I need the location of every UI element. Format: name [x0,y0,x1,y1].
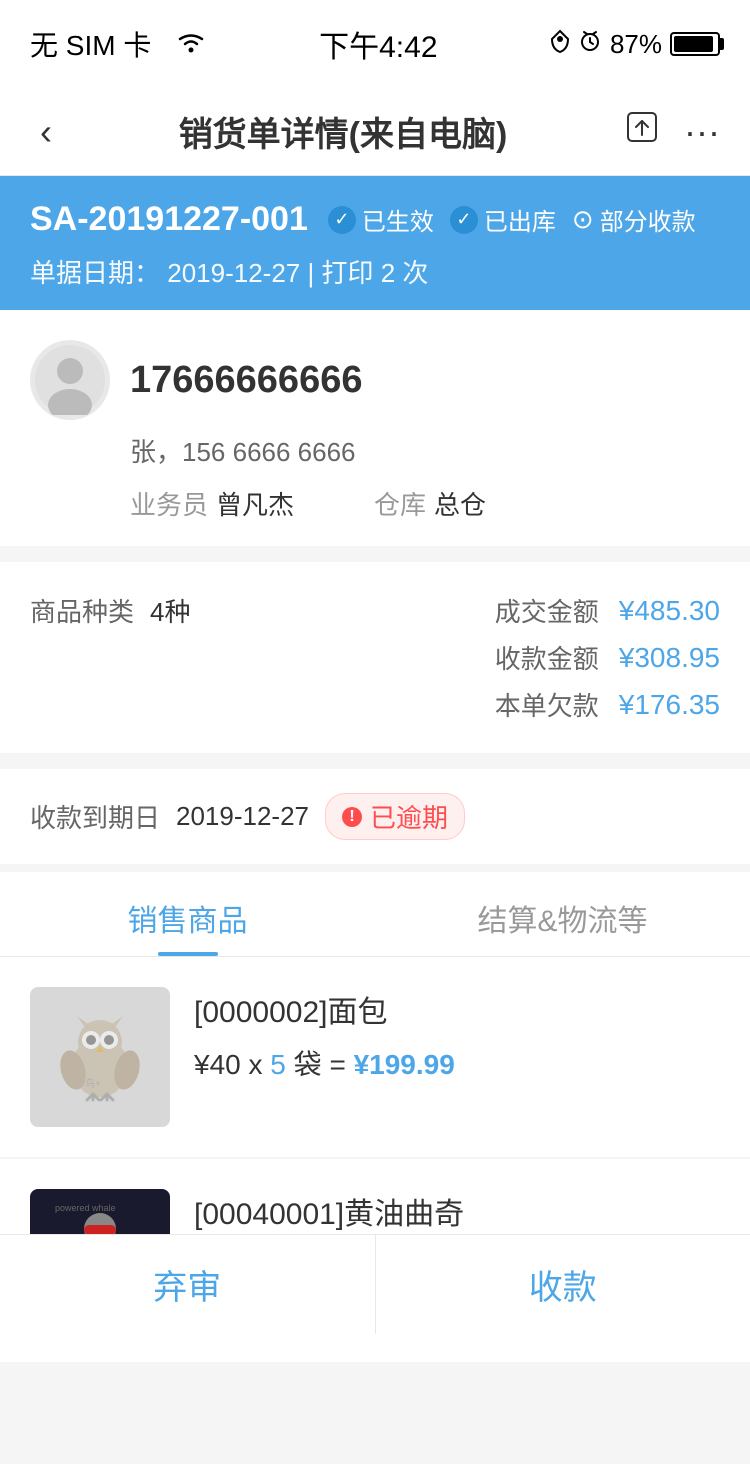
salesperson-meta: 业务员 曾凡杰 [130,485,294,522]
confirm-button[interactable]: 收款 [376,1235,750,1334]
product-info-1: [0000002]面包 ¥40 x 5 袋 = ¥199.99 [194,987,720,1083]
status-shipped: ✓ 已出库 [450,202,556,237]
page-title: 销货单详情(来自电脑) [179,107,508,156]
status-partial-payment: ⊙ 部分收款 [572,202,696,237]
product-thumbnail-1: 鸟+ [30,987,170,1127]
carrier-text: 无 SIM 卡 [30,30,151,61]
more-icon[interactable]: ··· [684,111,720,153]
summary-section: 商品种类 4种 成交金额 ¥485.30 收款金额 ¥308.95 本单欠款 ¥… [0,562,750,753]
status-icons: 87% [550,29,720,60]
product-name-2: [00040001]黄油曲奇 [194,1189,720,1233]
warehouse-meta: 仓库 总仓 [374,485,486,522]
check-icon-2: ✓ [450,206,478,234]
due-section: 收款到期日 2019-12-27 ! 已逾期 [0,769,750,864]
battery-icon [670,32,720,56]
list-item: 鸟+ [0000002]面包 ¥40 x 5 袋 = ¥199.99 [0,957,750,1157]
debt-row: 本单欠款 ¥176.35 [495,686,720,723]
nav-actions: ··· [624,109,720,154]
status-tags: ✓ 已生效 ✓ 已出库 ⊙ 部分收款 [328,202,696,237]
tab-settlement[interactable]: 结算&物流等 [375,872,750,956]
overdue-text: 已逾期 [370,798,448,835]
nav-bar: ‹ 销货单详情(来自电脑) ··· [0,88,750,176]
customer-name: 17666666666 [130,359,362,402]
carrier-wifi: 无 SIM 卡 [30,24,207,64]
check-icon-1: ✓ [328,206,356,234]
status-active: ✓ 已生效 [328,202,434,237]
battery-text: 87% [610,29,662,60]
order-header: SA-20191227-001 ✓ 已生效 ✓ 已出库 ⊙ 部分收款 单据日期：… [0,176,750,310]
wifi-icon [175,30,207,61]
avatar [30,340,110,420]
cancel-button[interactable]: 弃审 [0,1235,376,1334]
product-price-1: ¥40 x 5 袋 = ¥199.99 [194,1043,720,1083]
order-number: SA-20191227-001 [30,200,308,239]
customer-section: 17666666666 张，156 6666 6666 业务员 曾凡杰 仓库 总… [0,310,750,546]
customer-contact: 张，156 6666 6666 [30,432,720,469]
alarm-icon [578,29,602,60]
status-time: 下午4:42 [319,22,437,66]
location-icon [550,29,570,60]
tabs-section: 销售商品 结算&物流等 [0,872,750,957]
product-name-1: [0000002]面包 [194,987,720,1031]
transaction-row: 成交金额 ¥485.30 [495,592,720,629]
order-date: 单据日期： 2019-12-27 | 打印 2 次 [30,253,720,290]
back-button[interactable]: ‹ [30,101,62,163]
bottom-actions: 弃审 收款 [0,1234,750,1334]
clock-icon: ⊙ [572,204,594,235]
summary-left: 商品种类 4种 [30,592,190,629]
svg-text:powered whale: powered whale [55,1203,116,1213]
summary-right: 成交金额 ¥485.30 收款金额 ¥308.95 本单欠款 ¥176.35 [495,592,720,723]
overdue-dot: ! [342,807,362,827]
tab-products[interactable]: 销售商品 [0,872,375,956]
svg-text:鸟+: 鸟+ [85,1077,101,1090]
customer-meta: 业务员 曾凡杰 仓库 总仓 [30,485,720,522]
overdue-badge: ! 已逾期 [325,793,465,840]
status-bar: 无 SIM 卡 下午4:42 87% [0,0,750,88]
share-icon[interactable] [624,109,660,154]
receipt-row: 收款金额 ¥308.95 [495,639,720,676]
